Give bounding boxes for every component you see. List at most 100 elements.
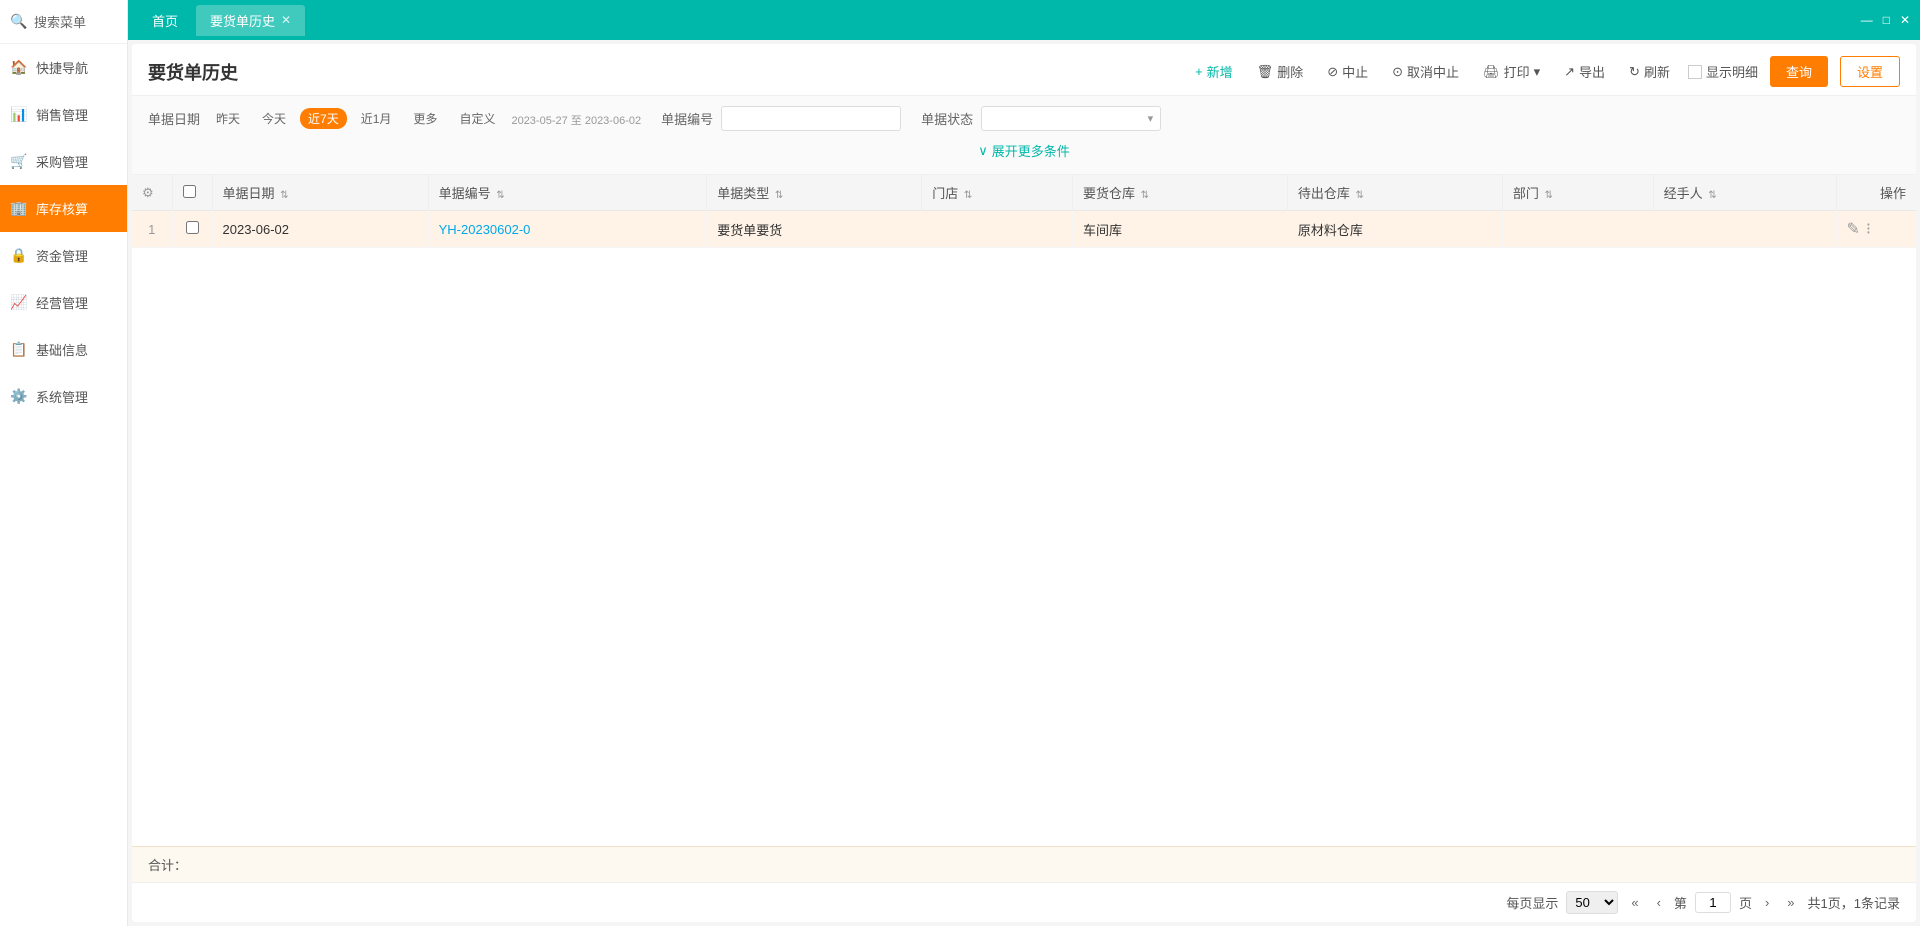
col-doc-date-label: 单据日期 xyxy=(223,186,275,201)
page-label: 第 xyxy=(1674,893,1687,912)
per-page-select[interactable]: 50 10 20 100 xyxy=(1566,891,1618,914)
sidebar-item-label: 经营管理 xyxy=(36,293,88,312)
display-detail-label: 显示明细 xyxy=(1706,62,1758,81)
col-pending-warehouse-label: 待出仓库 xyxy=(1298,186,1350,201)
select-all-checkbox[interactable] xyxy=(183,185,196,198)
export-icon: ↗ xyxy=(1564,64,1575,80)
window-close-btn[interactable]: ✕ xyxy=(1900,13,1910,27)
sidebar-item-basic-info[interactable]: 📋 基础信息 xyxy=(0,326,127,373)
doc-number-input[interactable] xyxy=(721,106,901,131)
data-table: ⚙ 单据日期 ⇅ 单据编号 ⇅ xyxy=(132,175,1916,248)
date-filter-label: 单据日期 xyxy=(148,109,200,128)
col-doc-type[interactable]: 单据类型 ⇅ xyxy=(707,175,922,211)
display-detail-checkbox[interactable] xyxy=(1688,65,1702,79)
sidebar-item-label: 资金管理 xyxy=(36,246,88,265)
table-body: 1 2023-06-02 YH-20230602-0 要货单要货 车间库 原材料… xyxy=(132,211,1916,248)
filter-row-1: 单据日期 昨天 今天 近7天 近1月 更多 自定义 2023-05-27 至 2… xyxy=(148,106,1900,131)
sidebar-search-label: 搜索菜单 xyxy=(34,12,86,31)
table-footer: 合计： xyxy=(132,846,1916,882)
tab-home[interactable]: 首页 xyxy=(138,5,192,36)
display-detail-toggle[interactable]: 显示明细 xyxy=(1688,62,1758,81)
sidebar-item-label: 系统管理 xyxy=(36,387,88,406)
settings-button[interactable]: 设置 xyxy=(1840,56,1900,87)
col-pending-warehouse[interactable]: 待出仓库 ⇅ xyxy=(1287,175,1502,211)
col-doc-number[interactable]: 单据编号 ⇅ xyxy=(428,175,707,211)
window-maximize-btn[interactable]: □ xyxy=(1883,13,1890,27)
add-button[interactable]: + 新增 xyxy=(1189,58,1239,85)
cell-action: ✎ ⁝ xyxy=(1836,211,1916,248)
query-button[interactable]: 查询 xyxy=(1770,56,1828,87)
doc-status-select[interactable] xyxy=(981,106,1161,131)
doc-status-label: 单据状态 xyxy=(921,109,973,128)
col-handler[interactable]: 经手人 ⇅ xyxy=(1653,175,1836,211)
date-btn-today[interactable]: 今天 xyxy=(254,108,294,129)
col-req-warehouse-label: 要货仓库 xyxy=(1083,186,1135,201)
doc-number-label: 单据编号 xyxy=(661,109,713,128)
row-edit-icon[interactable]: ✎ xyxy=(1847,219,1860,239)
refresh-label: 刷新 xyxy=(1644,62,1670,81)
delete-button[interactable]: 🗑 删除 xyxy=(1251,58,1310,85)
col-department[interactable]: 部门 ⇅ xyxy=(1502,175,1653,211)
date-btn-more[interactable]: 更多 xyxy=(405,108,445,129)
sidebar-search[interactable]: 🔍 搜索菜单 xyxy=(0,0,127,44)
col-doc-date[interactable]: 单据日期 ⇅ xyxy=(212,175,428,211)
date-btn-custom[interactable]: 自定义 xyxy=(451,108,503,129)
doc-number-filter-group: 单据编号 xyxy=(661,106,901,131)
col-settings[interactable]: ⚙ xyxy=(132,175,172,211)
sidebar-item-sales[interactable]: 📊 销售管理 xyxy=(0,91,127,138)
export-label: 导出 xyxy=(1579,62,1605,81)
tab-close-icon[interactable]: ✕ xyxy=(281,13,291,27)
first-page-btn[interactable]: « xyxy=(1626,893,1643,912)
table-row[interactable]: 1 2023-06-02 YH-20230602-0 要货单要货 车间库 原材料… xyxy=(132,211,1916,248)
money-icon: 🔒 xyxy=(10,247,28,265)
next-page-btn[interactable]: › xyxy=(1760,893,1774,912)
doc-status-filter-group: 单据状态 xyxy=(921,106,1161,131)
row-delete-icon[interactable]: ⁝ xyxy=(1866,219,1871,239)
col-req-warehouse[interactable]: 要货仓库 ⇅ xyxy=(1072,175,1287,211)
date-btn-1month[interactable]: 近1月 xyxy=(353,108,400,129)
sidebar-item-purchase[interactable]: 🛒 采购管理 xyxy=(0,138,127,185)
sort-icon-store: ⇅ xyxy=(964,190,972,201)
sidebar-item-operations[interactable]: 📈 经营管理 xyxy=(0,279,127,326)
sort-icon-req-warehouse: ⇅ xyxy=(1141,190,1149,201)
window-minimize-btn[interactable]: — xyxy=(1861,13,1873,27)
cell-doc-number[interactable]: YH-20230602-0 xyxy=(428,211,707,248)
cancel-stop-button[interactable]: ⊙ 取消中止 xyxy=(1386,58,1465,85)
last-page-btn[interactable]: » xyxy=(1782,893,1799,912)
expand-filter-button[interactable]: ∨ 展开更多条件 xyxy=(970,137,1078,164)
row-checkbox-cell[interactable] xyxy=(172,211,212,248)
cell-department xyxy=(1502,211,1653,248)
col-handler-label: 经手人 xyxy=(1664,186,1703,201)
print-button[interactable]: 🖨 打印 ▾ xyxy=(1477,58,1546,85)
stop-button[interactable]: ⊘ 中止 xyxy=(1321,58,1374,85)
sidebar-item-quick-nav[interactable]: 🏠 快捷导航 xyxy=(0,44,127,91)
content-area: 要货单历史 + 新增 🗑 删除 ⊘ 中止 ⊙ 取消中止 xyxy=(132,44,1916,922)
total-info: 共1页，1条记录 xyxy=(1808,893,1900,912)
date-btn-7days[interactable]: 近7天 xyxy=(300,108,347,129)
refresh-button[interactable]: ↻ 刷新 xyxy=(1623,58,1676,85)
col-store-label: 门店 xyxy=(932,186,958,201)
sidebar-item-system[interactable]: ⚙️ 系统管理 xyxy=(0,373,127,420)
gear-icon: ⚙️ xyxy=(10,388,28,406)
sidebar-item-finance[interactable]: 🔒 资金管理 xyxy=(0,232,127,279)
page-number-input[interactable] xyxy=(1695,892,1731,913)
row-checkbox[interactable] xyxy=(186,221,199,234)
sidebar-item-label: 库存核算 xyxy=(36,199,88,218)
date-filter-group: 单据日期 昨天 今天 近7天 近1月 更多 自定义 2023-05-27 至 2… xyxy=(148,108,641,129)
pagination: 每页显示 50 10 20 100 « ‹ 第 页 › » 共1页，1条记录 xyxy=(132,882,1916,922)
date-btn-yesterday[interactable]: 昨天 xyxy=(208,108,248,129)
prev-page-btn[interactable]: ‹ xyxy=(1652,893,1666,912)
doc-status-select-wrapper xyxy=(981,106,1161,131)
tab-requisition-label: 要货单历史 xyxy=(210,11,275,30)
col-checkbox xyxy=(172,175,212,211)
col-department-label: 部门 xyxy=(1513,186,1539,201)
per-page-label: 每页显示 xyxy=(1506,893,1558,912)
expand-label: 展开更多条件 xyxy=(992,141,1070,160)
sidebar-item-inventory[interactable]: 🏢 库存核算 xyxy=(0,185,127,232)
doc-number-link[interactable]: YH-20230602-0 xyxy=(439,222,531,237)
export-button[interactable]: ↗ 导出 xyxy=(1558,58,1611,85)
cancel-stop-label: 取消中止 xyxy=(1407,62,1459,81)
col-store[interactable]: 门店 ⇅ xyxy=(922,175,1073,211)
table-settings-icon[interactable]: ⚙ xyxy=(142,185,154,200)
tab-requisition-history[interactable]: 要货单历史 ✕ xyxy=(196,5,305,36)
